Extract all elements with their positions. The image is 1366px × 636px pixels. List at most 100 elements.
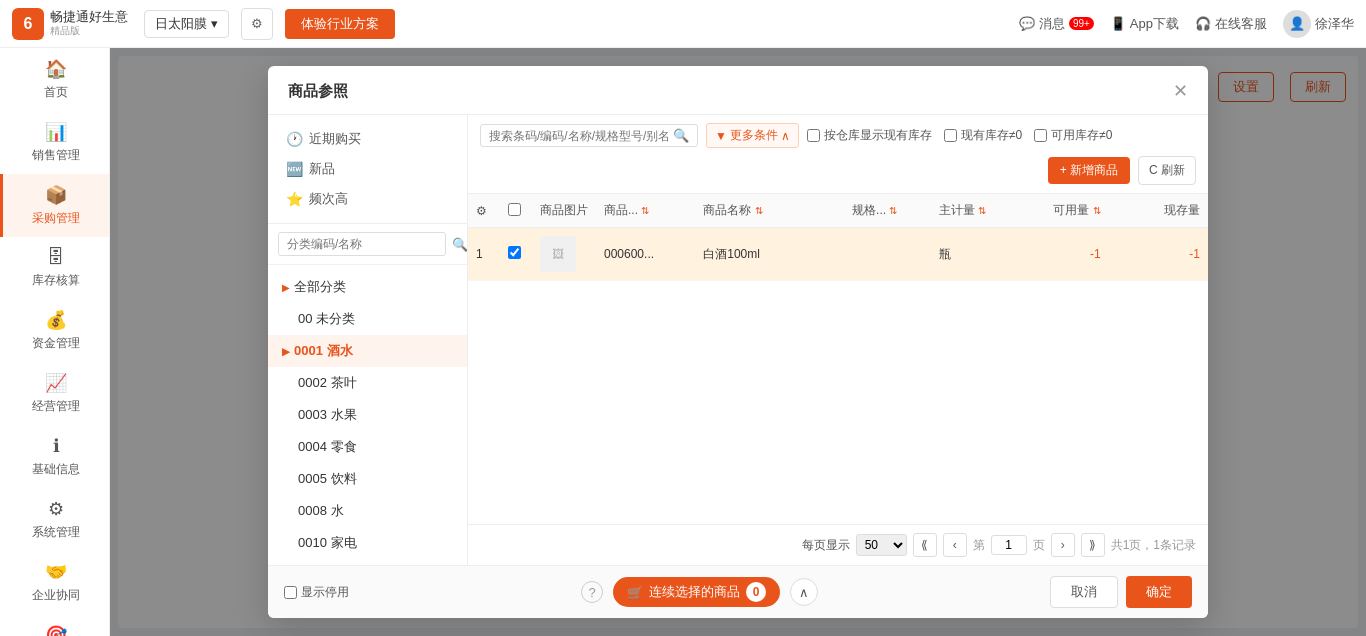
sidebar-item-库存核算[interactable]: 🗄库存核算 — [0, 237, 109, 299]
user-item[interactable]: 👤 徐泽华 — [1283, 10, 1354, 38]
select-all-checkbox[interactable] — [508, 203, 521, 216]
sidebar-label-5: 经营管理 — [32, 398, 80, 415]
sidebar-item-资金管理[interactable]: 💰资金管理 — [0, 299, 109, 362]
page-last-button[interactable]: ⟫ — [1081, 533, 1105, 557]
cat-label-4: 0003 水果 — [298, 406, 357, 424]
sidebar-icon-0: 🏠 — [45, 58, 67, 80]
show-disabled-checkbox[interactable] — [284, 586, 297, 599]
sidebar-item-系统管理[interactable]: ⚙系统管理 — [0, 488, 109, 551]
page-prev-button[interactable]: ‹ — [943, 533, 967, 557]
online-service-label: 在线客服 — [1215, 15, 1267, 33]
check-usable-input[interactable] — [1034, 129, 1047, 142]
col-avail-header[interactable]: 可用量 ⇅ — [1010, 194, 1109, 228]
modal-body: 🕐近期购买🆕新品⭐频次高 🔍 ▶全部分类00 未分类▶0001 酒水 0002 茶… — [268, 115, 1208, 565]
row-checkbox-0[interactable] — [508, 246, 521, 259]
add-product-button[interactable]: + 新增商品 — [1048, 157, 1130, 184]
sidebar-item-销售管理[interactable]: 📊销售管理 — [0, 111, 109, 174]
cat-label-2: 0001 酒水 — [294, 342, 353, 360]
col-unit-header[interactable]: 主计量 ⇅ — [931, 194, 1010, 228]
quick-nav-item-0[interactable]: 🕐近期购买 — [278, 125, 457, 153]
sidebar-label-0: 首页 — [44, 84, 68, 101]
category-item-6[interactable]: 0005 饮料 — [268, 463, 467, 495]
message-label: 消息 — [1039, 15, 1065, 33]
category-item-0[interactable]: ▶全部分类 — [268, 271, 467, 303]
check-avail-input[interactable] — [944, 129, 957, 142]
category-item-7[interactable]: 0008 水 — [268, 495, 467, 527]
show-disabled-label[interactable]: 显示停用 — [284, 584, 349, 601]
cart-label: 连续选择的商品 — [649, 583, 740, 601]
category-search-icon[interactable]: 🔍 — [452, 237, 468, 252]
quick-label-0: 近期购买 — [309, 130, 361, 148]
product-search-icon[interactable]: 🔍 — [673, 128, 689, 143]
message-nav-item[interactable]: 💬 消息 99+ — [1019, 15, 1094, 33]
per-page-select[interactable]: 501020100 — [856, 534, 907, 556]
cat-label-3: 0002 茶叶 — [298, 374, 357, 392]
col-name-header[interactable]: 商品名称 ⇅ — [695, 194, 844, 228]
category-item-3[interactable]: 0002 茶叶 — [268, 367, 467, 399]
check-by-warehouse-input[interactable] — [807, 129, 820, 142]
refresh-table-button[interactable]: C 刷新 — [1138, 156, 1196, 185]
table-row-0[interactable]: 1 🖼 000600... 白酒100ml 瓶 -1 -1 — [468, 228, 1208, 281]
sidebar-icon-9: 🎯 — [45, 624, 67, 636]
category-item-4[interactable]: 0003 水果 — [268, 399, 467, 431]
page-number-input[interactable] — [991, 535, 1027, 555]
cart-button[interactable]: 🛒 连续选择的商品 0 — [613, 577, 780, 607]
col-stock-label: 现存量 — [1164, 203, 1200, 217]
message-icon: 💬 — [1019, 16, 1035, 31]
help-icon[interactable]: ? — [581, 581, 603, 603]
col-spec-header[interactable]: 规格... ⇅ — [844, 194, 931, 228]
col-code-header[interactable]: 商品... ⇅ — [596, 194, 695, 228]
sidebar-item-基础信息[interactable]: ℹ基础信息 — [0, 425, 109, 488]
category-item-8[interactable]: 0010 家电 — [268, 527, 467, 559]
sidebar-label-4: 资金管理 — [32, 335, 80, 352]
product-reference-modal: 商品参照 ✕ 🕐近期购买🆕新品⭐频次高 🔍 — [268, 66, 1208, 618]
total-info: 共1页，1条记录 — [1111, 537, 1196, 554]
experience-button[interactable]: 体验行业方案 — [285, 9, 395, 39]
settings-button[interactable]: ⚙ — [241, 8, 273, 40]
col-stock-header[interactable]: 现存量 — [1109, 194, 1208, 228]
app-download-label: App下载 — [1130, 15, 1179, 33]
filter-checkboxes: 按仓库显示现有库存 现有库存≠0 可用库存≠0 — [807, 127, 1113, 144]
sidebar-item-采购管理[interactable]: 📦采购管理 — [0, 174, 109, 237]
app-download-item[interactable]: 📱 App下载 — [1110, 15, 1179, 33]
category-search-input[interactable] — [278, 232, 446, 256]
quick-nav-item-2[interactable]: ⭐频次高 — [278, 185, 457, 213]
filter-button[interactable]: ▼ 更多条件 ∧ — [706, 123, 799, 148]
page-first-button[interactable]: ⟪ — [913, 533, 937, 557]
sidebar-item-经营管理[interactable]: 📈 经营管理 — [0, 362, 109, 425]
modal-close-button[interactable]: ✕ — [1173, 80, 1188, 102]
footer-center: ? 🛒 连续选择的商品 0 ∧ — [359, 577, 1040, 607]
category-item-1[interactable]: 00 未分类 — [268, 303, 467, 335]
sidebar-item-企业协同[interactable]: 🤝企业协同 — [0, 551, 109, 614]
check-usable-text: 可用库存≠0 — [1051, 127, 1112, 144]
check-by-warehouse-label[interactable]: 按仓库显示现有库存 — [807, 127, 932, 144]
cancel-button[interactable]: 取消 — [1050, 576, 1118, 608]
col-settings-header[interactable]: ⚙ — [468, 194, 500, 228]
quick-nav-item-1[interactable]: 🆕新品 — [278, 155, 457, 183]
sidebar-item-首页[interactable]: 🏠 首页 — [0, 48, 109, 111]
sidebar-icon-5: 📈 — [45, 372, 67, 394]
col-checkbox-header[interactable] — [500, 194, 532, 228]
logo-text: 畅捷通好生意 — [50, 9, 128, 25]
sidebar-item-新手引导[interactable]: 🎯新手引导 — [0, 614, 109, 636]
check-avail-label[interactable]: 现有库存≠0 — [944, 127, 1022, 144]
category-panel: 🕐近期购买🆕新品⭐频次高 🔍 ▶全部分类00 未分类▶0001 酒水 0002 茶… — [268, 115, 468, 565]
cell-cb-0[interactable] — [500, 228, 532, 281]
modal-header: 商品参照 ✕ — [268, 66, 1208, 115]
product-search-input[interactable] — [489, 129, 669, 143]
check-usable-label[interactable]: 可用库存≠0 — [1034, 127, 1112, 144]
store-selector[interactable]: 日太阳膜 ▾ — [144, 10, 229, 38]
page-next-button[interactable]: › — [1051, 533, 1075, 557]
nav-right: 💬 消息 99+ 📱 App下载 🎧 在线客服 👤 徐泽华 — [1019, 10, 1354, 38]
confirm-button[interactable]: 确定 — [1126, 576, 1192, 608]
category-list: ▶全部分类00 未分类▶0001 酒水 0002 茶叶 0003 水果 0004 零食… — [268, 265, 467, 565]
category-item-2[interactable]: ▶0001 酒水 — [268, 335, 467, 367]
avatar: 👤 — [1283, 10, 1311, 38]
logo-text-wrap: 畅捷通好生意 精品版 — [50, 9, 128, 39]
online-service-item[interactable]: 🎧 在线客服 — [1195, 15, 1267, 33]
cell-unit-0: 瓶 — [931, 228, 1010, 281]
quick-nav-panel: 🕐近期购买🆕新品⭐频次高 — [268, 115, 467, 224]
collapse-cart-button[interactable]: ∧ — [790, 578, 818, 606]
category-item-5[interactable]: 0004 零食 — [268, 431, 467, 463]
cat-label-7: 0008 水 — [298, 502, 344, 520]
